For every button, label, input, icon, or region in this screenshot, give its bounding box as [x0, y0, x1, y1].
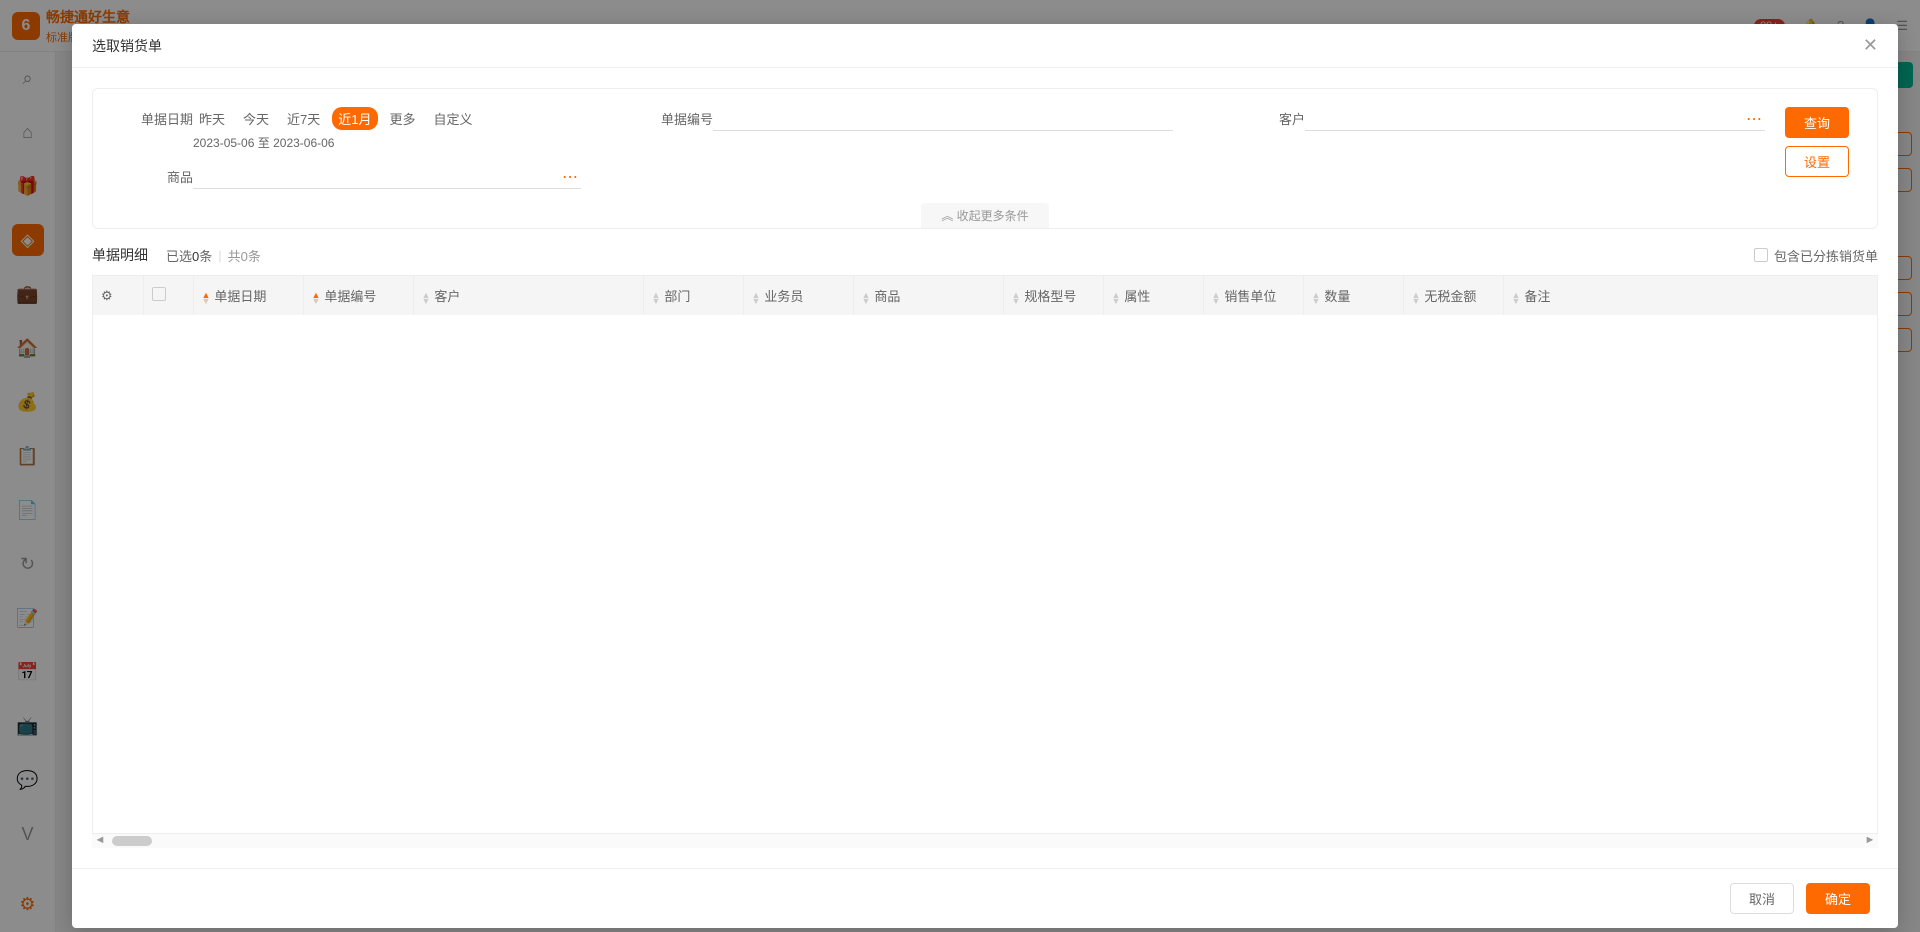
filter-panel: 查询 设置 单据日期 昨天今天近7天近1月更多自定义 2023-05-06 至 …: [92, 88, 1878, 229]
date-opt-4[interactable]: 更多: [384, 107, 422, 130]
col-7[interactable]: ▲▼属性: [1103, 276, 1203, 315]
query-button[interactable]: 查询: [1785, 107, 1849, 138]
detail-title: 单据明细: [92, 245, 148, 265]
filter-date-label: 单据日期: [121, 107, 193, 128]
include-split-checkbox[interactable]: [1754, 248, 1768, 262]
detail-separator: |: [218, 248, 221, 263]
customer-input[interactable]: [1305, 107, 1742, 130]
scroll-right-icon[interactable]: ►: [1862, 834, 1878, 848]
col-label: 属性: [1124, 289, 1150, 304]
product-more-icon[interactable]: ⋯: [558, 167, 581, 187]
filter-date: 单据日期 昨天今天近7天近1月更多自定义 2023-05-06 至 2023-0…: [121, 107, 581, 151]
modal-body: 查询 设置 单据日期 昨天今天近7天近1月更多自定义 2023-05-06 至 …: [72, 68, 1898, 868]
collapse-label: 收起更多条件: [957, 209, 1029, 223]
customer-more-icon[interactable]: ⋯: [1742, 109, 1765, 129]
chevron-up-icon: ︽: [941, 209, 956, 223]
cancel-button[interactable]: 取消: [1730, 883, 1794, 914]
filter-customer-label: 客户: [1233, 107, 1305, 128]
detail-header: 单据明细 已选0条 | 共0条 包含已分拣销货单: [92, 245, 1878, 265]
collapse-button[interactable]: ︽ 收起更多条件: [921, 203, 1048, 228]
product-input[interactable]: [193, 165, 558, 188]
col-label: 部门: [664, 289, 690, 304]
scroll-left-icon[interactable]: ◄: [92, 834, 108, 848]
modal-footer: 取消 确定: [72, 868, 1898, 928]
col-8[interactable]: ▲▼销售单位: [1203, 276, 1303, 315]
filter-docno-label: 单据编号: [641, 107, 713, 128]
col-label: 规格型号: [1024, 289, 1076, 304]
date-opt-3[interactable]: 近1月: [332, 107, 377, 130]
include-split-label: 包含已分拣销货单: [1774, 246, 1878, 265]
filter-product-label: 商品: [121, 165, 193, 186]
col-label: 数量: [1324, 289, 1350, 304]
col-3[interactable]: ▲▼部门: [643, 276, 743, 315]
col-5[interactable]: ▲▼商品: [853, 276, 1003, 315]
date-from: 2023-05-06: [193, 136, 254, 150]
filter-customer: 客户 ⋯: [1233, 107, 1765, 151]
date-opt-1[interactable]: 今天: [237, 107, 275, 130]
table-container: ⚙ ▲▼单据日期▲▼单据编号▲▼客户▲▼部门▲▼业务员▲▼商品▲▼规格型号▲▼属…: [92, 275, 1878, 834]
col-label: 销售单位: [1224, 289, 1276, 304]
col-11[interactable]: ▲▼备注: [1503, 276, 1877, 315]
collapse-bar: ︽ 收起更多条件: [121, 203, 1849, 228]
date-to: 2023-06-06: [273, 136, 334, 150]
col-0[interactable]: ▲▼单据日期: [193, 276, 303, 315]
ok-button[interactable]: 确定: [1806, 883, 1870, 914]
settings-button[interactable]: 设置: [1785, 146, 1849, 177]
scroll-thumb[interactable]: [112, 836, 152, 846]
table-header-row: ⚙ ▲▼单据日期▲▼单据编号▲▼客户▲▼部门▲▼业务员▲▼商品▲▼规格型号▲▼属…: [93, 276, 1877, 315]
close-icon[interactable]: ✕: [1863, 35, 1878, 56]
detail-selected: 已选0条: [166, 246, 212, 265]
filter-product: 商品 ⋯: [121, 165, 581, 189]
date-quick-options: 昨天今天近7天近1月更多自定义: [193, 107, 581, 130]
docno-input[interactable]: [713, 107, 1173, 131]
col-label: 商品: [874, 289, 900, 304]
col-settings[interactable]: ⚙: [93, 276, 143, 315]
col-label: 客户: [434, 289, 460, 304]
filter-actions: 查询 设置: [1785, 107, 1849, 177]
col-label: 无税金额: [1424, 289, 1476, 304]
horizontal-scrollbar[interactable]: ◄ ►: [92, 834, 1878, 848]
col-10[interactable]: ▲▼无税金额: [1403, 276, 1503, 315]
col-1[interactable]: ▲▼单据编号: [303, 276, 413, 315]
gear-icon: ⚙: [101, 288, 113, 303]
col-select-all[interactable]: [143, 276, 193, 315]
col-label: 单据日期: [214, 289, 266, 304]
detail-total: 共0条: [228, 246, 261, 265]
filter-docno: 单据编号: [641, 107, 1173, 151]
detail-table: ⚙ ▲▼单据日期▲▼单据编号▲▼客户▲▼部门▲▼业务员▲▼商品▲▼规格型号▲▼属…: [93, 276, 1877, 315]
detail-right: 包含已分拣销货单: [1754, 246, 1878, 265]
select-sales-order-modal: 选取销货单 ✕ 查询 设置 单据日期 昨天今天近7天近1月更多自定义 2023-…: [72, 24, 1898, 928]
date-sep: 至: [258, 136, 270, 150]
modal-header: 选取销货单 ✕: [72, 24, 1898, 68]
date-opt-2[interactable]: 近7天: [281, 107, 326, 130]
col-6[interactable]: ▲▼规格型号: [1003, 276, 1103, 315]
modal-title: 选取销货单: [92, 36, 162, 56]
col-2[interactable]: ▲▼客户: [413, 276, 643, 315]
date-opt-0[interactable]: 昨天: [193, 107, 231, 130]
col-4[interactable]: ▲▼业务员: [743, 276, 853, 315]
col-label: 备注: [1524, 289, 1550, 304]
select-all-checkbox[interactable]: [152, 287, 166, 301]
date-opt-5[interactable]: 自定义: [428, 107, 479, 130]
date-range-display: 2023-05-06 至 2023-06-06: [193, 134, 581, 151]
col-label: 单据编号: [324, 289, 376, 304]
col-9[interactable]: ▲▼数量: [1303, 276, 1403, 315]
col-label: 业务员: [764, 289, 803, 304]
